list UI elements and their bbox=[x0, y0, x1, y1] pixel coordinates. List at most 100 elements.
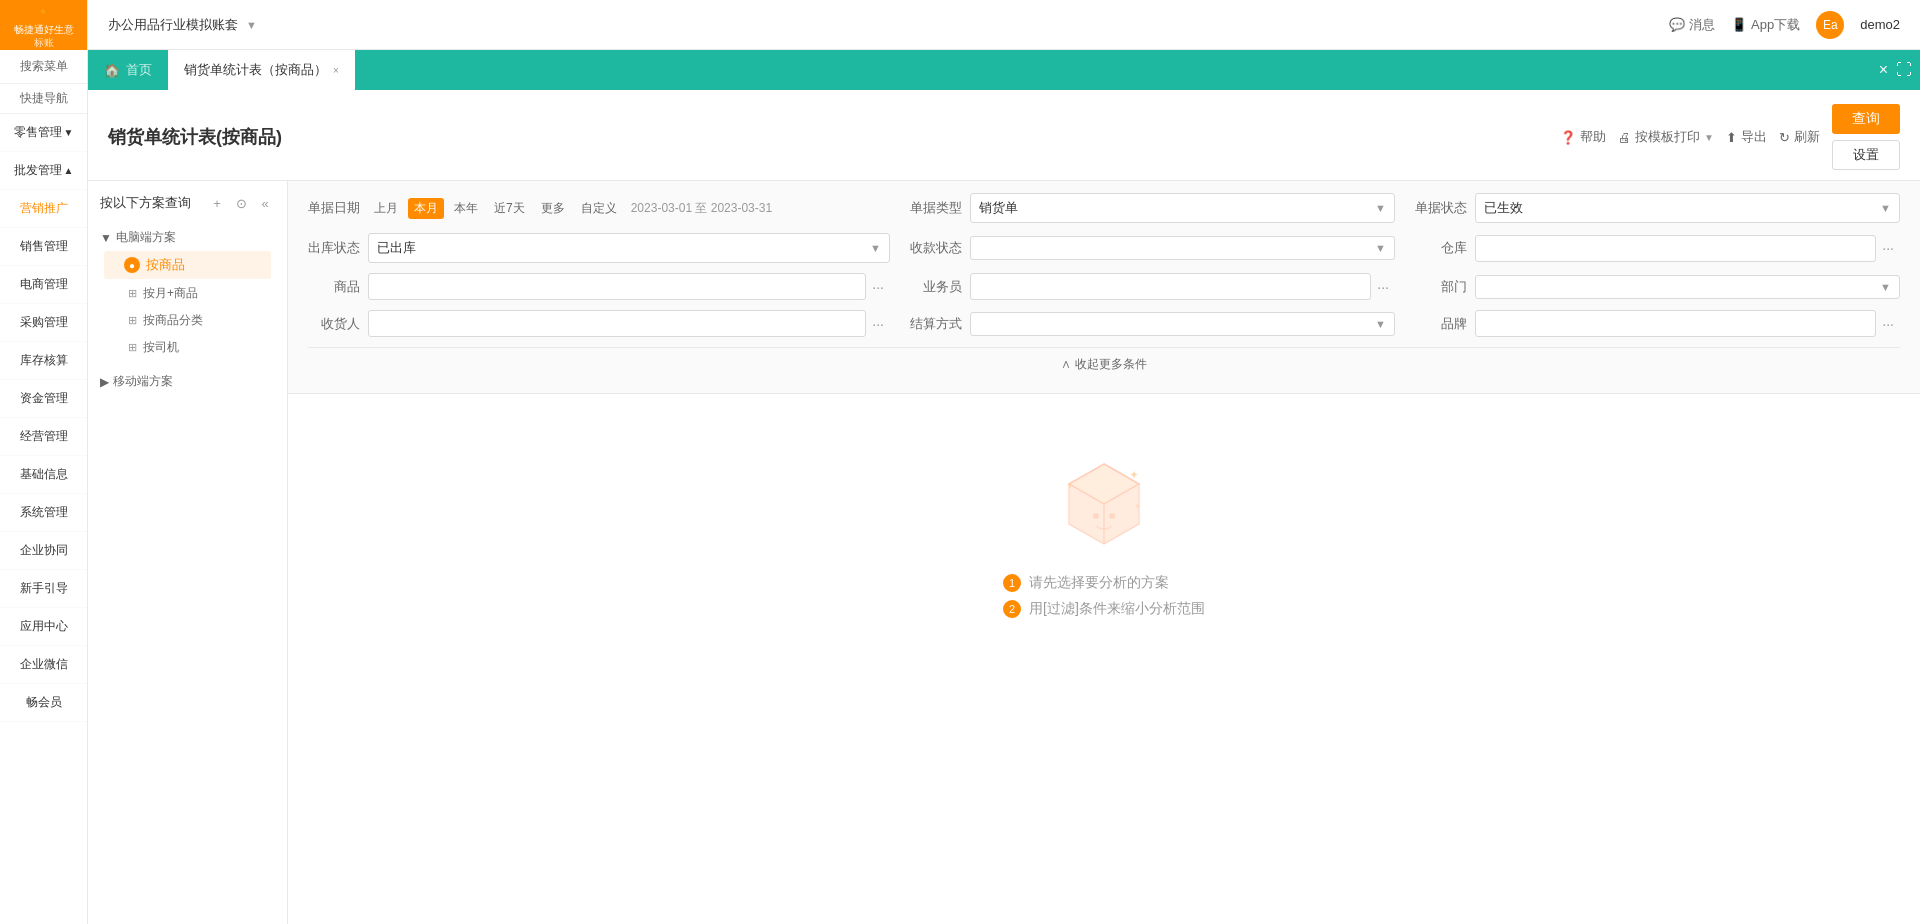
collapse-label: ∧ 收起更多条件 bbox=[1061, 357, 1146, 371]
sidebar: 🔸 畅捷通好生意 标账 搜索菜单 快捷导航 零售管理 ▼ 批发管理 ▲ 营销推广… bbox=[0, 0, 88, 924]
shortcut-7days[interactable]: 近7天 bbox=[488, 198, 531, 219]
date-range-display[interactable]: 2023-03-01 至 2023-03-31 bbox=[631, 200, 772, 217]
empty-tips: 1 请先选择要分析的方案 2 用[过滤]条件来缩小分析范围 bbox=[1003, 574, 1205, 626]
export-btn[interactable]: ⬆ 导出 bbox=[1726, 128, 1767, 146]
tab-fullscreen-icon: ⛶ bbox=[1896, 61, 1912, 79]
scheme-section-header-pc[interactable]: ▼ 电脑端方案 bbox=[100, 225, 275, 250]
svg-text:✦: ✦ bbox=[1066, 480, 1074, 491]
sidebar-item-cooperation[interactable]: 企业协同 bbox=[0, 532, 87, 570]
empty-icon: ✦ ✦ ✦ bbox=[1054, 454, 1154, 554]
filter-brand-field: 品牌 ··· bbox=[1415, 310, 1900, 337]
empty-svg: ✦ ✦ ✦ bbox=[1054, 454, 1154, 554]
scheme-section-mobile: ▶ 移动端方案 bbox=[88, 365, 287, 398]
receiver-input[interactable] bbox=[368, 310, 866, 337]
header-left: 办公用品行业模拟账套 ▼ bbox=[108, 16, 257, 34]
scheme-collapse-btn[interactable]: « bbox=[255, 193, 275, 213]
user-avatar[interactable]: Ea bbox=[1816, 11, 1844, 39]
warehouse-input[interactable] bbox=[1475, 235, 1876, 262]
goods-node-icon: ● bbox=[124, 257, 140, 273]
scheme-panel-title: 按以下方案查询 bbox=[100, 194, 191, 212]
query-actions: 查询 设置 bbox=[1832, 104, 1900, 170]
sidebar-item-newguide[interactable]: 新手引导 bbox=[0, 570, 87, 608]
sidebar-item-wechat[interactable]: 企业微信 bbox=[0, 646, 87, 684]
sidebar-item-wholesale[interactable]: 批发管理 ▲ bbox=[0, 152, 87, 190]
tab-home[interactable]: 🏠 首页 bbox=[88, 50, 168, 90]
sidebar-item-marketing[interactable]: 营销推广 bbox=[0, 190, 87, 228]
filter-docstatus-field: 单据状态 已生效 ▼ bbox=[1415, 193, 1900, 223]
page-header: 销货单统计表(按商品) ❓ 帮助 🖨 按模板打印 ▼ ⬆ 导出 ↻ 刷新 bbox=[88, 90, 1920, 180]
sidebar-item-member[interactable]: 畅会员 bbox=[0, 684, 87, 722]
scheme-node-by-goods[interactable]: ● 按商品 bbox=[104, 251, 271, 279]
template-print-btn[interactable]: 🖨 按模板打印 ▼ bbox=[1618, 128, 1714, 146]
home-icon: 🏠 bbox=[104, 63, 120, 78]
scheme-add-btn[interactable]: + bbox=[207, 193, 227, 213]
shortcut-custom[interactable]: 自定义 bbox=[575, 198, 623, 219]
salesperson-label: 业务员 bbox=[910, 278, 970, 296]
receiver-dots[interactable]: ··· bbox=[866, 316, 890, 332]
docstatus-select[interactable]: 已生效 ▼ bbox=[1475, 193, 1900, 223]
help-icon: ❓ bbox=[1560, 130, 1576, 145]
search-menu[interactable]: 搜索菜单 bbox=[0, 50, 87, 84]
payment-status-select[interactable]: ▼ bbox=[970, 236, 1395, 260]
query-button[interactable]: 查询 bbox=[1832, 104, 1900, 134]
sidebar-item-basic[interactable]: 基础信息 bbox=[0, 456, 87, 494]
warehouse-label: 仓库 bbox=[1415, 239, 1475, 257]
page-title: 销货单统计表(按商品) bbox=[108, 125, 282, 149]
scheme-edit-btn[interactable]: ⊙ bbox=[231, 193, 251, 213]
salesperson-dots[interactable]: ··· bbox=[1371, 279, 1395, 295]
goods-dots[interactable]: ··· bbox=[866, 279, 890, 295]
warehouse-dots[interactable]: ··· bbox=[1876, 240, 1900, 256]
sidebar-item-inventory[interactable]: 库存核算 bbox=[0, 342, 87, 380]
goods-input[interactable] bbox=[368, 273, 866, 300]
brand-input[interactable] bbox=[1475, 310, 1876, 337]
app-logo[interactable]: 🔸 畅捷通好生意 标账 bbox=[0, 0, 87, 50]
quick-nav[interactable]: 快捷导航 bbox=[0, 84, 87, 114]
shortcut-last-month[interactable]: 上月 bbox=[368, 198, 404, 219]
shortcut-this-year[interactable]: 本年 bbox=[448, 198, 484, 219]
template-print-label: 按模板打印 bbox=[1635, 128, 1700, 146]
settlement-select[interactable]: ▼ bbox=[970, 312, 1395, 336]
refresh-btn[interactable]: ↻ 刷新 bbox=[1779, 128, 1820, 146]
workspace-arrow[interactable]: ▼ bbox=[246, 19, 257, 31]
message-icon: 💬 bbox=[1669, 17, 1685, 32]
doctype-select[interactable]: 销货单 ▼ bbox=[970, 193, 1395, 223]
sidebar-item-system[interactable]: 系统管理 bbox=[0, 494, 87, 532]
app-download-btn[interactable]: 📱 App下载 bbox=[1731, 16, 1800, 34]
sidebar-item-ecommerce[interactable]: 电商管理 bbox=[0, 266, 87, 304]
filter-warehouse-field: 仓库 ··· bbox=[1415, 235, 1900, 262]
sidebar-item-purchase[interactable]: 采购管理 bbox=[0, 304, 87, 342]
department-arrow-icon: ▼ bbox=[1880, 281, 1891, 293]
user-name[interactable]: demo2 bbox=[1860, 17, 1900, 32]
shortcut-this-month[interactable]: 本月 bbox=[408, 198, 444, 219]
app-download-label: App下载 bbox=[1751, 16, 1800, 34]
sidebar-item-appcenter[interactable]: 应用中心 bbox=[0, 608, 87, 646]
tab-close-btn[interactable]: × bbox=[333, 65, 339, 76]
help-label: 帮助 bbox=[1580, 128, 1606, 146]
sidebar-item-retail[interactable]: 零售管理 ▼ bbox=[0, 114, 87, 152]
message-btn[interactable]: 💬 消息 bbox=[1669, 16, 1715, 34]
scheme-subnode-driver[interactable]: ⊞ 按司机 bbox=[100, 334, 275, 361]
main-area: 办公用品行业模拟账套 ▼ 💬 消息 📱 App下载 Ea demo2 🏠 首页 … bbox=[88, 0, 1920, 924]
tab-sales-stats[interactable]: 销货单统计表（按商品） × bbox=[168, 50, 355, 90]
setting-button[interactable]: 设置 bbox=[1832, 140, 1900, 170]
scheme-subnode-month-goods[interactable]: ⊞ 按月+商品 bbox=[100, 280, 275, 307]
scheme-subnode-goods-category[interactable]: ⊞ 按商品分类 bbox=[100, 307, 275, 334]
workspace-label[interactable]: 办公用品行业模拟账套 bbox=[108, 16, 238, 34]
sidebar-item-finance[interactable]: 资金管理 bbox=[0, 380, 87, 418]
shortcut-more[interactable]: 更多 bbox=[535, 198, 571, 219]
sidebar-item-operations[interactable]: 经营管理 bbox=[0, 418, 87, 456]
salesperson-input[interactable] bbox=[970, 273, 1371, 300]
warehouse-status-select[interactable]: 已出库 ▼ bbox=[368, 233, 890, 263]
refresh-label: 刷新 bbox=[1794, 128, 1820, 146]
payment-status-arrow-icon: ▼ bbox=[1375, 242, 1386, 254]
tip-text-1: 请先选择要分析的方案 bbox=[1029, 574, 1169, 592]
tab-expand-btn[interactable]: × ⛶ bbox=[1879, 61, 1912, 79]
docstatus-label: 单据状态 bbox=[1415, 199, 1475, 217]
brand-dots[interactable]: ··· bbox=[1876, 316, 1900, 332]
doctype-label: 单据类型 bbox=[910, 199, 970, 217]
department-select[interactable]: ▼ bbox=[1475, 275, 1900, 299]
sidebar-item-sales[interactable]: 销售管理 bbox=[0, 228, 87, 266]
help-btn[interactable]: ❓ 帮助 bbox=[1560, 128, 1606, 146]
scheme-section-header-mobile[interactable]: ▶ 移动端方案 bbox=[100, 369, 275, 394]
collapse-row[interactable]: ∧ 收起更多条件 bbox=[308, 347, 1900, 381]
